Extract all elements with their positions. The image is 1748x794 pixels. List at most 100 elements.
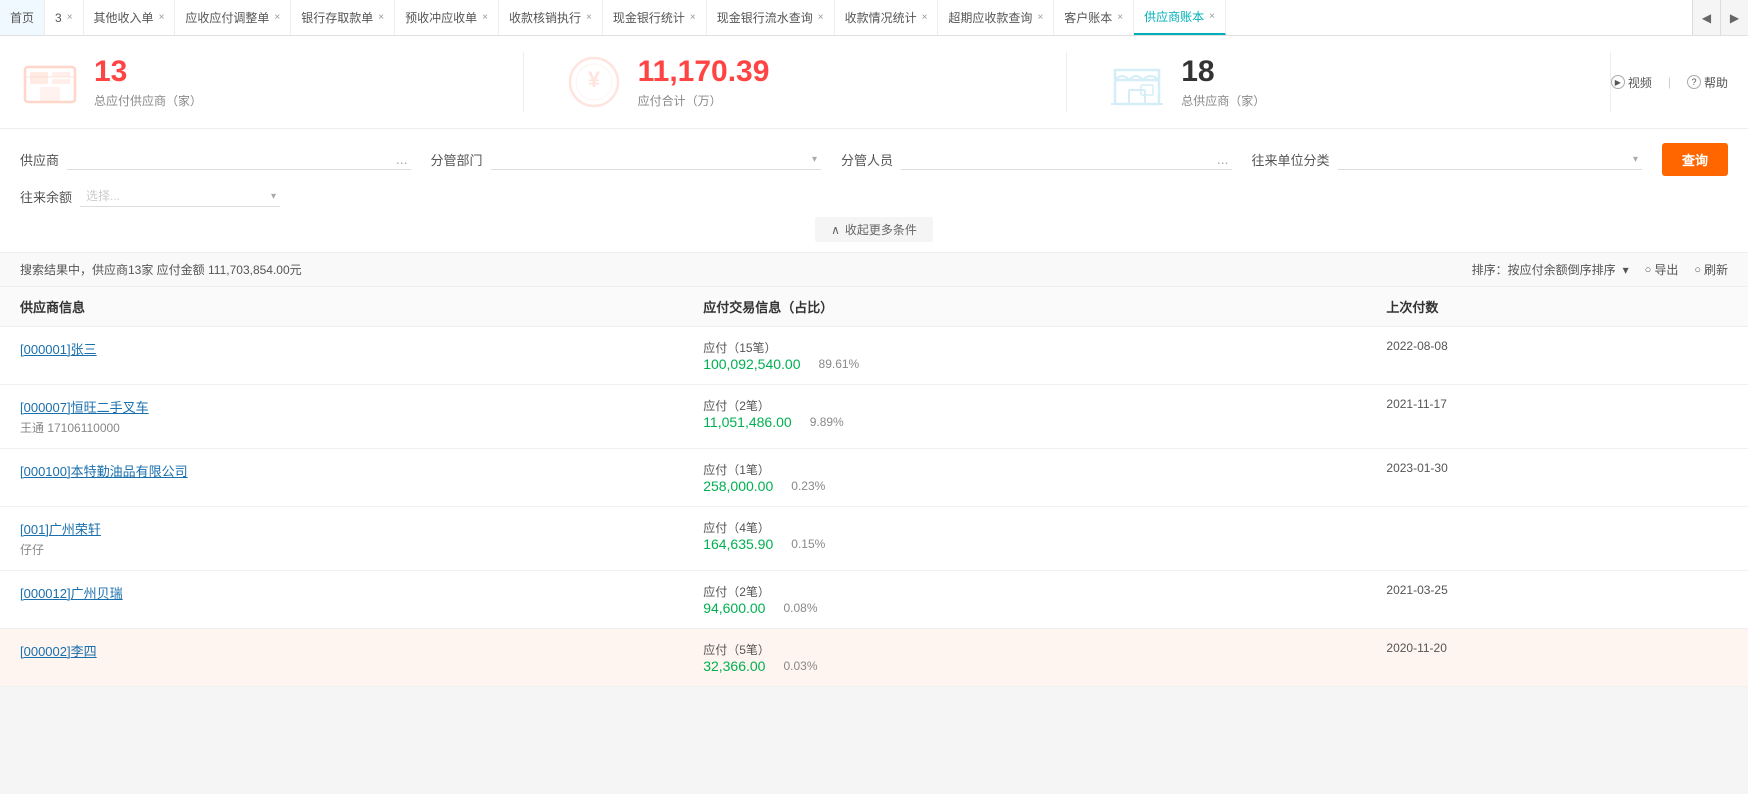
nav-item-customer-ledger[interactable]: 客户账本 × xyxy=(1054,0,1134,35)
table-body: [000001]张三 应付（15笔） 100,092,540.00 89.61%… xyxy=(0,327,1748,687)
person-ellipsis[interactable]: ... xyxy=(1214,151,1232,167)
tx-label-3: 应付（1笔） xyxy=(703,461,1386,478)
supplier-icon xyxy=(20,52,80,112)
close-icon[interactable]: × xyxy=(1037,12,1043,23)
data-table: 供应商信息 应付交易信息（占比） 上次付数 [000001]张三 应付（15笔）… xyxy=(0,287,1748,687)
close-icon[interactable]: × xyxy=(378,12,384,23)
nav-item-bank[interactable]: 银行存取款单 × xyxy=(291,0,395,35)
close-icon[interactable]: × xyxy=(690,12,696,23)
tx-label-4: 应付（4笔） xyxy=(703,519,1386,536)
close-icon[interactable]: × xyxy=(274,12,280,23)
nav-item-cash-flow[interactable]: 现金银行流水查询 × xyxy=(707,0,835,35)
nav-item-overdue[interactable]: 超期应收款查询 × xyxy=(938,0,1054,35)
collapse-button[interactable]: ∧ 收起更多条件 xyxy=(815,217,933,242)
search-button[interactable]: 查询 xyxy=(1662,143,1728,176)
nav-item-advance[interactable]: 预收冲应收单 × xyxy=(395,0,499,35)
close-icon[interactable]: × xyxy=(922,12,928,23)
stat-label-total-suppliers: 总供应商（家） xyxy=(1181,92,1265,109)
refresh-button[interactable]: ○ 刷新 xyxy=(1694,261,1728,278)
supplier-ellipsis[interactable]: ... xyxy=(393,151,411,167)
nav-item-ar-adjust[interactable]: 应收应付调整单 × xyxy=(175,0,291,35)
stat-value-amount: 11,170.39 xyxy=(638,55,770,88)
tx-label-1: 应付（15笔） xyxy=(703,339,1386,356)
table-row: [000012]广州贝瑞 应付（2笔） 94,600.00 0.08% 2021… xyxy=(0,571,1748,629)
category-chevron-icon: ▾ xyxy=(1633,154,1642,165)
nav-item-receipt-stat[interactable]: 收款情况统计 × xyxy=(835,0,939,35)
nav-item-3[interactable]: 3 × xyxy=(45,0,84,35)
tx-info-2: 应付（2笔） 11,051,486.00 9.89% xyxy=(703,397,1386,430)
nav-item-other-income[interactable]: 其他收入单 × xyxy=(84,0,176,35)
sort-select[interactable]: 排序：按应付余额倒序排序 ▾ xyxy=(1472,261,1629,278)
tx-pct-6: 0.03% xyxy=(783,659,817,673)
tx-info-4: 应付（4笔） 164,635.90 0.15% xyxy=(703,519,1386,552)
nav-item-collection[interactable]: 收款核销执行 × xyxy=(499,0,603,35)
filter-item-balance: 往来余额 ▾ xyxy=(20,186,280,207)
nav-label-overdue: 超期应收款查询 xyxy=(948,9,1032,26)
category-input[interactable] xyxy=(1338,149,1633,169)
stat-value-total-suppliers: 18 xyxy=(1181,55,1265,88)
collapse-label: 收起更多条件 xyxy=(845,221,917,238)
video-link[interactable]: ▶ 视频 xyxy=(1611,74,1652,91)
filter-label-supplier: 供应商 xyxy=(20,150,59,169)
tx-pct-3: 0.23% xyxy=(791,479,825,493)
tx-pct-2: 9.89% xyxy=(810,415,844,429)
table-row: [000001]张三 应付（15笔） 100,092,540.00 89.61%… xyxy=(0,327,1748,385)
stat-text-total-suppliers: 18 总供应商（家） xyxy=(1181,55,1265,109)
store-icon xyxy=(1107,52,1167,112)
close-icon[interactable]: × xyxy=(67,12,73,23)
supplier-link-3[interactable]: [000100]本特勤油品有限公司 xyxy=(20,464,188,479)
table-row: [001]广州荣轩 仔仔 应付（4笔） 164,635.90 0.15% xyxy=(0,507,1748,571)
nav-item-supplier-ledger[interactable]: 供应商账本 × xyxy=(1134,0,1226,35)
supplier-link-1[interactable]: [000001]张三 xyxy=(20,342,97,357)
stat-value-suppliers: 13 xyxy=(94,55,202,88)
supplier-info-1: [000001]张三 xyxy=(20,339,703,358)
close-icon[interactable]: × xyxy=(818,12,824,23)
tx-pct-1: 89.61% xyxy=(819,357,860,371)
close-icon[interactable]: × xyxy=(1209,11,1215,22)
balance-input[interactable] xyxy=(80,186,271,206)
tx-pct-4: 0.15% xyxy=(791,537,825,551)
close-icon[interactable]: × xyxy=(482,12,488,23)
supplier-input[interactable] xyxy=(67,149,393,169)
col-header-lastpay: 上次付数 xyxy=(1386,297,1728,316)
filter-item-person: 分管人员 ... xyxy=(841,149,1232,170)
person-input[interactable] xyxy=(901,149,1214,169)
table-row: [000100]本特勤油品有限公司 应付（1笔） 258,000.00 0.23… xyxy=(0,449,1748,507)
stat-block-amount: ¥ 11,170.39 应付合计（万） xyxy=(524,52,1068,112)
nav-right-arrow[interactable]: ▶ xyxy=(1720,0,1748,36)
supplier-link-2[interactable]: [000007]恒旺二手叉车 xyxy=(20,400,149,415)
close-icon[interactable]: × xyxy=(159,12,165,23)
result-actions: 排序：按应付余额倒序排序 ▾ ○ 导出 ○ 刷新 xyxy=(1472,261,1728,278)
supplier-link-6[interactable]: [000002]李四 xyxy=(20,644,97,659)
nav-label-collection: 收款核销执行 xyxy=(509,9,581,26)
nav-item-home[interactable]: 首页 xyxy=(0,0,45,35)
nav-label-bank: 银行存取款单 xyxy=(301,9,373,26)
last-pay-3: 2023-01-30 xyxy=(1386,461,1728,475)
filter-row-1: 供应商 ... 分管部门 ▾ 分管人员 ... 往来单位分类 xyxy=(20,143,1728,176)
video-label: 视频 xyxy=(1628,74,1652,91)
filter-item-dept: 分管部门 ▾ xyxy=(431,149,822,170)
nav-left-arrow[interactable]: ◀ xyxy=(1692,0,1720,36)
supplier-link-5[interactable]: [000012]广州贝瑞 xyxy=(20,586,123,601)
supplier-info-2: [000007]恒旺二手叉车 王通 17106110000 xyxy=(20,397,703,436)
tx-label-6: 应付（5笔） xyxy=(703,641,1386,658)
export-button[interactable]: ○ 导出 xyxy=(1645,261,1679,278)
stat-text-amount: 11,170.39 应付合计（万） xyxy=(638,55,770,109)
filter-label-balance: 往来余额 xyxy=(20,187,72,206)
tx-info-6: 应付（5笔） 32,366.00 0.03% xyxy=(703,641,1386,674)
close-icon[interactable]: × xyxy=(1117,12,1123,23)
help-link[interactable]: ? 帮助 xyxy=(1687,74,1728,91)
filter-label-person: 分管人员 xyxy=(841,150,893,169)
table-row: [000002]李四 应付（5笔） 32,366.00 0.03% 2020-1… xyxy=(0,629,1748,687)
nav-label-cash-flow: 现金银行流水查询 xyxy=(717,9,813,26)
nav-label-advance: 预收冲应收单 xyxy=(405,9,477,26)
supplier-sub-4: 仔仔 xyxy=(20,541,703,558)
supplier-link-4[interactable]: [001]广州荣轩 xyxy=(20,522,101,537)
close-icon[interactable]: × xyxy=(586,12,592,23)
tx-amount-6: 32,366.00 xyxy=(703,658,765,674)
dept-input[interactable] xyxy=(491,149,812,169)
stat-text-suppliers: 13 总应付供应商（家） xyxy=(94,55,202,109)
nav-item-cash-stat[interactable]: 现金银行统计 × xyxy=(603,0,707,35)
refresh-icon: ○ xyxy=(1694,264,1701,276)
header-actions: ▶ 视频 | ? 帮助 xyxy=(1611,74,1728,91)
